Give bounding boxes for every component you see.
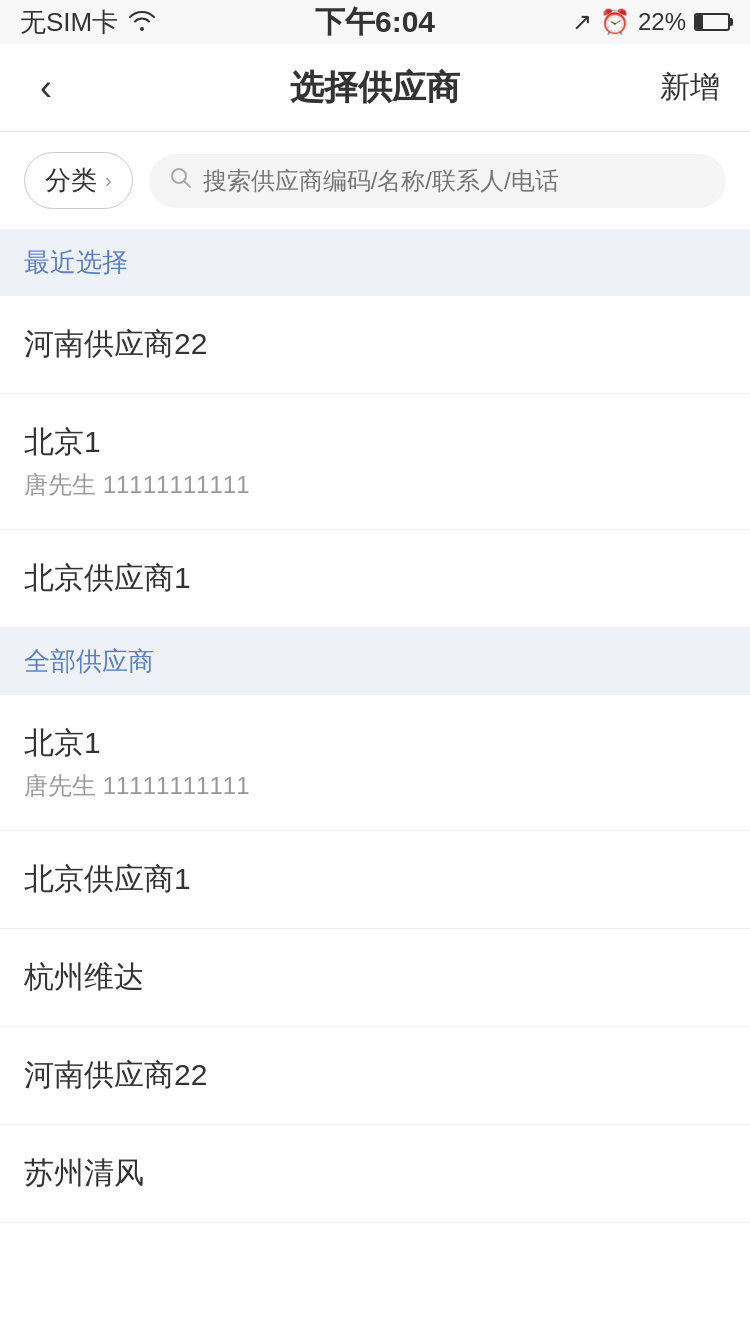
item-name: 北京1 xyxy=(24,723,726,764)
alarm-icon: ⏰ xyxy=(600,8,630,36)
location-icon: ↗ xyxy=(572,8,592,36)
item-sub: 唐先生 11111111111 xyxy=(24,770,726,802)
list-item[interactable]: 河南供应商22 xyxy=(0,296,750,394)
list-item[interactable]: 杭州维达 xyxy=(0,929,750,1027)
list-item[interactable]: 北京1 唐先生 11111111111 xyxy=(0,394,750,530)
search-input[interactable] xyxy=(203,167,706,195)
carrier-text: 无SIM卡 xyxy=(20,5,118,40)
list-item[interactable]: 北京供应商1 xyxy=(0,831,750,929)
recent-items-list: 河南供应商22 北京1 唐先生 11111111111 北京供应商1 xyxy=(0,296,750,628)
svg-line-1 xyxy=(184,181,190,187)
page-title: 选择供应商 xyxy=(290,65,460,111)
status-bar: 无SIM卡 下午6:04 ↗ ⏰ 22% xyxy=(0,0,750,44)
all-section-header: 全部供应商 xyxy=(0,628,750,695)
status-time: 下午6:04 xyxy=(315,2,435,43)
item-name: 北京供应商1 xyxy=(24,859,726,900)
status-left: 无SIM卡 xyxy=(20,5,156,40)
item-name: 北京供应商1 xyxy=(24,558,726,599)
list-item[interactable]: 北京1 唐先生 11111111111 xyxy=(0,695,750,831)
recent-section-header: 最近选择 xyxy=(0,229,750,296)
item-name: 河南供应商22 xyxy=(24,324,726,365)
status-right: ↗ ⏰ 22% xyxy=(572,8,730,36)
battery-text: 22% xyxy=(638,8,686,36)
list-item[interactable]: 北京供应商1 xyxy=(0,530,750,628)
list-item[interactable]: 苏州清风 xyxy=(0,1125,750,1223)
add-button[interactable]: 新增 xyxy=(660,67,720,108)
search-box xyxy=(149,154,726,208)
item-name: 河南供应商22 xyxy=(24,1055,726,1096)
wifi-icon xyxy=(128,7,156,38)
item-name: 苏州清风 xyxy=(24,1153,726,1194)
item-name: 北京1 xyxy=(24,422,726,463)
item-name: 杭州维达 xyxy=(24,957,726,998)
all-items-list: 北京1 唐先生 11111111111 北京供应商1 杭州维达河南供应商22 苏州清风 xyxy=(0,695,750,1223)
item-sub: 唐先生 11111111111 xyxy=(24,469,726,501)
category-label: 分类 xyxy=(45,163,97,198)
back-button[interactable]: ‹ xyxy=(30,57,62,119)
search-icon xyxy=(169,166,193,196)
list-item[interactable]: 河南供应商22 xyxy=(0,1027,750,1125)
category-filter-button[interactable]: 分类 › xyxy=(24,152,133,209)
chevron-right-icon: › xyxy=(105,169,112,192)
battery-icon xyxy=(694,13,730,31)
nav-bar: ‹ 选择供应商 新增 xyxy=(0,44,750,132)
search-row: 分类 › xyxy=(0,132,750,229)
